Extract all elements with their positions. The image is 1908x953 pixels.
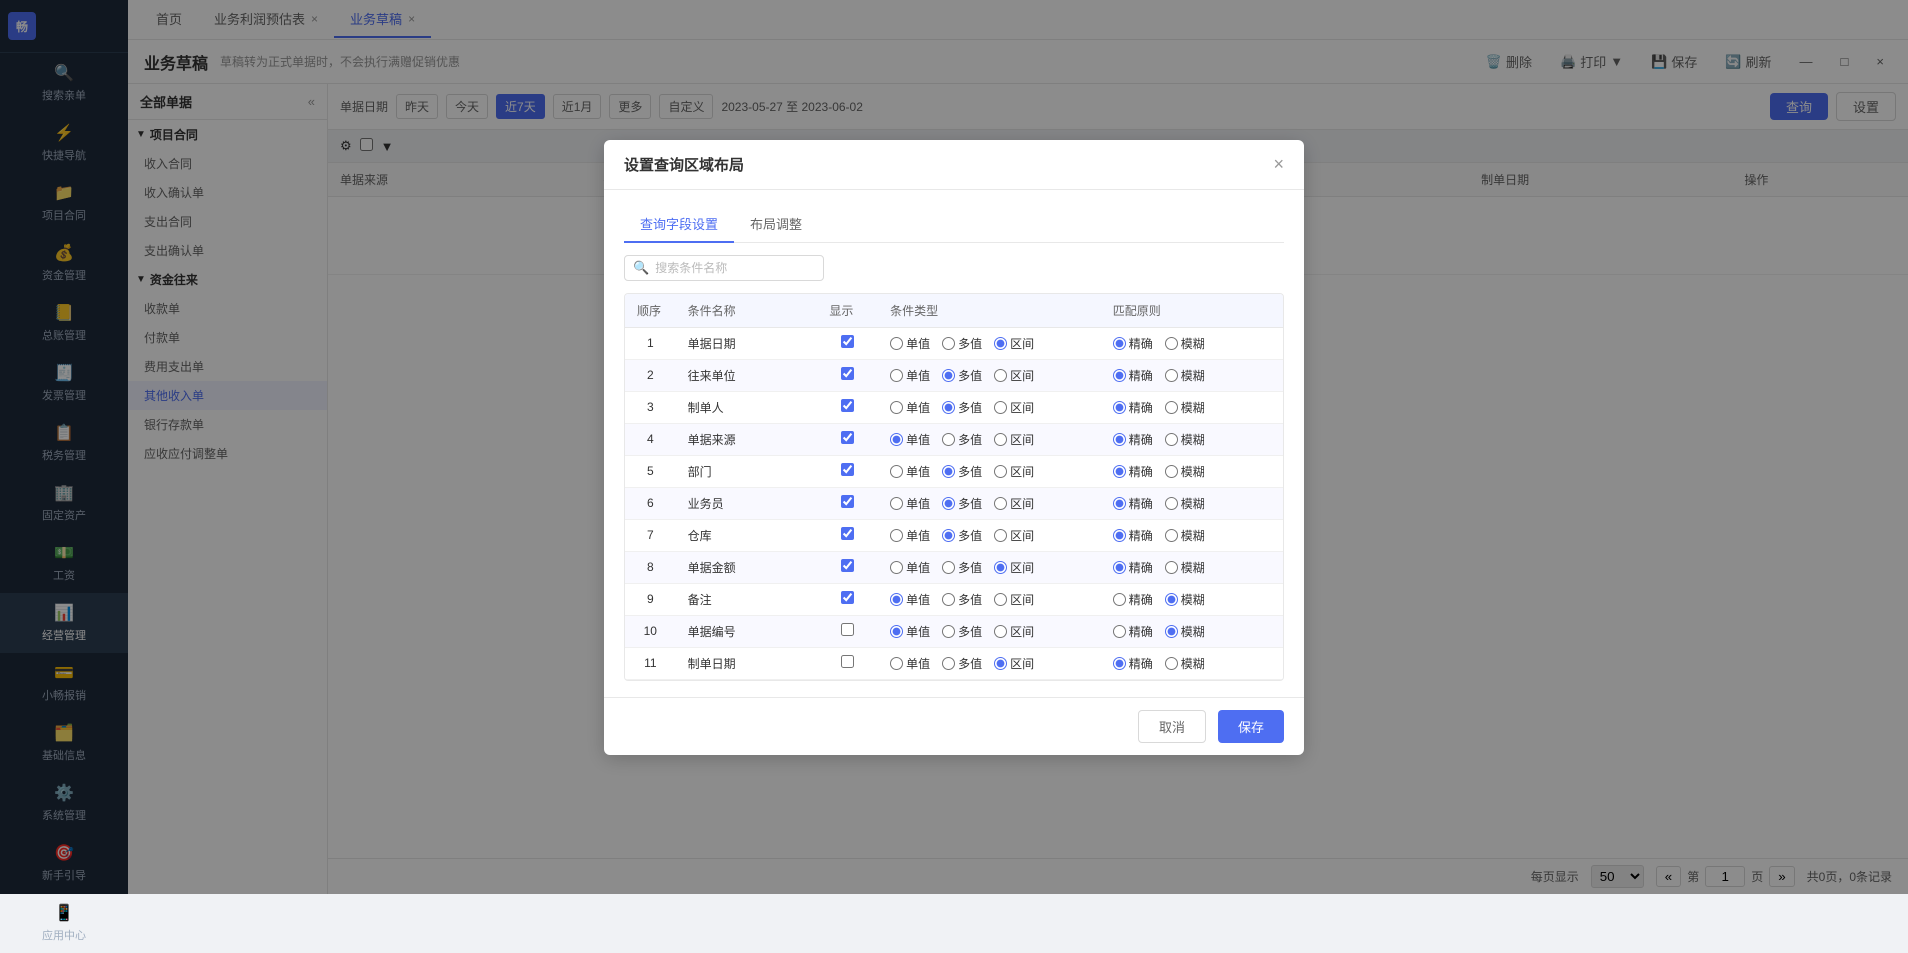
row-match-group: 精确模糊: [1101, 647, 1283, 679]
row-condition-name: 仓库: [676, 519, 818, 551]
row-condition-name: 往来单位: [676, 359, 818, 391]
modal-search-input[interactable]: [655, 261, 805, 275]
row-match-group: 精确模糊: [1101, 391, 1283, 423]
th-name: 条件名称: [676, 294, 818, 328]
row-show-checkbox[interactable]: [817, 455, 878, 487]
row-show-checkbox[interactable]: [817, 583, 878, 615]
row-show-checkbox[interactable]: [817, 423, 878, 455]
row-match-group: 精确模糊: [1101, 519, 1283, 551]
table-row: 1: [625, 327, 676, 359]
modal-save-button[interactable]: 保存: [1218, 710, 1284, 743]
row-match-group: 精确模糊: [1101, 615, 1283, 647]
modal-body: 查询字段设置 布局调整 🔍 顺序 条件名称 显示: [604, 190, 1304, 697]
row-type-group: 单值多值区间: [878, 455, 1101, 487]
table-row: 9: [625, 583, 676, 615]
row-condition-name: 单据日期: [676, 327, 818, 359]
modal-search-box: 🔍: [624, 255, 824, 281]
modal-table-container: 顺序 条件名称 显示 条件类型 匹配原则 1单据日期单值多值区间精确模糊2往来单…: [624, 293, 1284, 681]
row-condition-name: 业务员: [676, 487, 818, 519]
row-condition-name: 制单人: [676, 391, 818, 423]
row-match-group: 精确模糊: [1101, 327, 1283, 359]
row-show-checkbox[interactable]: [817, 359, 878, 391]
modal-table: 顺序 条件名称 显示 条件类型 匹配原则 1单据日期单值多值区间精确模糊2往来单…: [625, 294, 1283, 680]
row-type-group: 单值多值区间: [878, 583, 1101, 615]
table-row: 10: [625, 615, 676, 647]
modal-tab-layout[interactable]: 布局调整: [734, 206, 818, 243]
row-show-checkbox[interactable]: [817, 615, 878, 647]
th-type: 条件类型: [878, 294, 1101, 328]
row-match-group: 精确模糊: [1101, 551, 1283, 583]
table-row: 7: [625, 519, 676, 551]
table-row: 4: [625, 423, 676, 455]
modal-tab-fields[interactable]: 查询字段设置: [624, 206, 734, 243]
row-match-group: 精确模糊: [1101, 359, 1283, 391]
modal-footer: 取消 保存: [604, 697, 1304, 755]
row-match-group: 精确模糊: [1101, 583, 1283, 615]
appstore-icon: 📱: [54, 903, 74, 923]
row-type-group: 单值多值区间: [878, 327, 1101, 359]
row-type-group: 单值多值区间: [878, 551, 1101, 583]
row-condition-name: 备注: [676, 583, 818, 615]
modal-close-button[interactable]: ×: [1273, 154, 1284, 175]
table-row: 5: [625, 455, 676, 487]
row-type-group: 单值多值区间: [878, 391, 1101, 423]
row-condition-name: 单据来源: [676, 423, 818, 455]
row-condition-name: 部门: [676, 455, 818, 487]
row-show-checkbox[interactable]: [817, 551, 878, 583]
row-show-checkbox[interactable]: [817, 327, 878, 359]
modal-title: 设置查询区域布局: [624, 154, 744, 175]
table-row: 2: [625, 359, 676, 391]
modal-tabs: 查询字段设置 布局调整: [624, 206, 1284, 243]
row-type-group: 单值多值区间: [878, 487, 1101, 519]
row-condition-name: 单据金额: [676, 551, 818, 583]
row-type-group: 单值多值区间: [878, 647, 1101, 679]
modal-header: 设置查询区域布局 ×: [604, 140, 1304, 190]
row-show-checkbox[interactable]: [817, 519, 878, 551]
modal-overlay: 设置查询区域布局 × 查询字段设置 布局调整 🔍: [0, 0, 1908, 894]
th-seq: 顺序: [625, 294, 676, 328]
row-type-group: 单值多值区间: [878, 359, 1101, 391]
modal-search-icon: 🔍: [633, 260, 649, 276]
table-row: 11: [625, 647, 676, 679]
table-row: 8: [625, 551, 676, 583]
sidebar-item-label: 应用中心: [42, 927, 86, 943]
th-match: 匹配原则: [1101, 294, 1283, 328]
table-row: 3: [625, 391, 676, 423]
th-show: 显示: [817, 294, 878, 328]
row-show-checkbox[interactable]: [817, 487, 878, 519]
row-type-group: 单值多值区间: [878, 423, 1101, 455]
sidebar-item-appstore[interactable]: 📱 应用中心: [0, 893, 128, 953]
row-match-group: 精确模糊: [1101, 423, 1283, 455]
cancel-button[interactable]: 取消: [1138, 710, 1206, 743]
row-show-checkbox[interactable]: [817, 647, 878, 679]
row-match-group: 精确模糊: [1101, 487, 1283, 519]
row-show-checkbox[interactable]: [817, 391, 878, 423]
row-condition-name: 制单日期: [676, 647, 818, 679]
row-condition-name: 单据编号: [676, 615, 818, 647]
settings-modal: 设置查询区域布局 × 查询字段设置 布局调整 🔍: [604, 140, 1304, 755]
row-type-group: 单值多值区间: [878, 615, 1101, 647]
row-type-group: 单值多值区间: [878, 519, 1101, 551]
table-row: 6: [625, 487, 676, 519]
row-match-group: 精确模糊: [1101, 455, 1283, 487]
